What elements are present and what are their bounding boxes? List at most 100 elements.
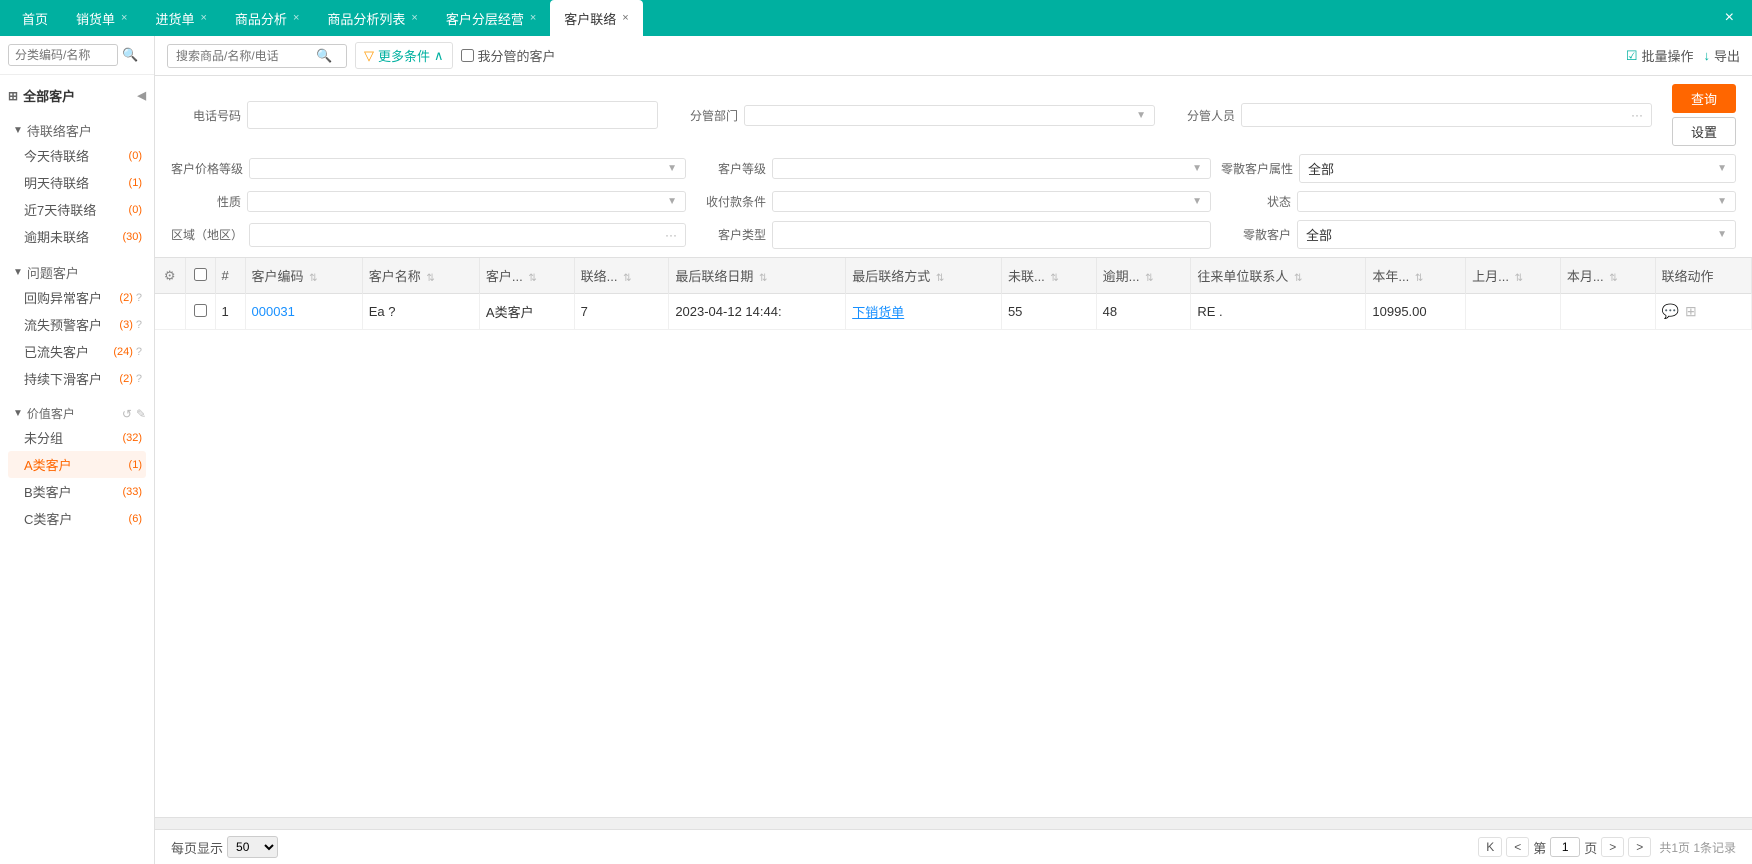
table-col-contact[interactable]: 联络... ⇅ [574,258,669,294]
filter-person-input[interactable]: ··· [1241,103,1652,127]
row-code[interactable]: 000031 [245,294,362,330]
sidebar-item-churned[interactable]: 已流失客户 (24) ? [8,338,146,365]
window-close-button[interactable]: × [1715,9,1744,27]
filter-phone-input[interactable] [247,101,658,129]
value-edit-icon[interactable]: ✎ [136,407,146,421]
nav-close-product-analysis[interactable]: × [293,12,299,24]
sidebar-item-abnormal-purchase[interactable]: 回购异常客户 (2) ? [8,284,146,311]
row-action-buttons: 💬 ⊞ [1662,303,1745,320]
search-button[interactable]: 查询 [1672,84,1736,113]
export-button[interactable]: ↓ 导出 [1703,46,1740,65]
settings-button[interactable]: 设置 [1672,117,1736,146]
table-col-unit-contact[interactable]: 往来单位联系人 ⇅ [1191,258,1366,294]
sidebar-item-today-pending[interactable]: 今天待联络 (0) [8,142,146,169]
qr-action-icon[interactable]: ⊞ [1685,303,1697,320]
chat-action-icon[interactable]: 💬 [1662,303,1679,320]
table-settings-header[interactable]: ⚙ [155,258,185,294]
sidebar-all-customers-header[interactable]: ⊞ 全部客户 ◀ [8,81,146,108]
sidebar-problem-group-label[interactable]: ▼ 问题客户 [8,258,146,284]
sidebar-item-7day-pending[interactable]: 近7天待联络 (0) [8,196,146,223]
row-last-method[interactable]: 下销货单 [846,294,1002,330]
value-action-icons: ↺ ✎ [122,407,146,421]
toolbar-search-icon[interactable]: 🔍 [316,48,332,64]
table-col-last-method[interactable]: 最后联络方式 ⇅ [846,258,1002,294]
table-col-not-contacted[interactable]: 未联... ⇅ [1001,258,1096,294]
filter-dept-label: 分管部门 [668,107,738,124]
batch-operation-button[interactable]: ☑ 批量操作 [1626,46,1694,65]
payment-arrow-icon: ▼ [1192,196,1202,207]
sidebar-pending-group-label[interactable]: ▼ 待联络客户 [8,116,146,142]
help-icon-1[interactable]: ? [136,319,142,331]
sidebar-item-a-class[interactable]: A类客户 (1) [8,451,146,478]
help-icon-0[interactable]: ? [136,292,142,304]
sidebar-search-input[interactable] [8,44,118,66]
page-size-select[interactable]: 50 100 200 [227,836,278,858]
last-page-button[interactable]: > [1628,837,1651,857]
filter-customer-type-input[interactable] [772,221,1211,249]
sidebar-item-tomorrow-pending[interactable]: 明天待联络 (1) [8,169,146,196]
nav-close-product-analysis-list[interactable]: × [411,12,417,24]
nav-home[interactable]: 首页 [8,0,62,36]
nav-close-sales-order[interactable]: × [121,12,127,24]
sort-overdue-icon: ⇅ [1145,273,1153,284]
table-col-name[interactable]: 客户名称 ⇅ [362,258,479,294]
table-col-overdue[interactable]: 逾期... ⇅ [1096,258,1191,294]
table-col-last-date[interactable]: 最后联络日期 ⇅ [669,258,846,294]
filter-dept-select[interactable]: ▼ [744,105,1155,126]
filter-status-select[interactable]: ▼ [1297,191,1736,212]
nav-close-customer-tier[interactable]: × [530,12,536,24]
sidebar-item-overdue-pending[interactable]: 逾期未联络 (30) [8,223,146,250]
sidebar-collapse-icon[interactable]: ◀ [138,89,146,102]
nav-product-analysis-list[interactable]: 商品分析列表 × [313,0,431,36]
table-col-this-month[interactable]: 本月... ⇅ [1560,258,1655,294]
table-col-level[interactable]: 客户... ⇅ [479,258,574,294]
filter-price-level-select[interactable]: ▼ [249,158,686,179]
nav-purchase-order[interactable]: 进货单 × [141,0,220,36]
table-col-last-month[interactable]: 上月... ⇅ [1466,258,1561,294]
more-filters-button[interactable]: ▽ 更多条件 ∧ [355,42,453,69]
first-page-button[interactable]: K [1478,837,1502,857]
filter-retail-attr-select[interactable]: 全部 ▼ [1299,154,1736,183]
nav-sales-order[interactable]: 销货单 × [62,0,141,36]
help-icon-2[interactable]: ? [136,346,142,358]
nav-customer-tier[interactable]: 客户分层经营 × [432,0,550,36]
sidebar-item-churn-warning[interactable]: 流失预警客户 (3) ? [8,311,146,338]
dept-arrow-icon: ▼ [1136,110,1146,121]
filter-nature-select[interactable]: ▼ [247,191,686,212]
filter-row-3: 性质 ▼ 收付款条件 ▼ 状态 ▼ [171,191,1736,212]
grid-icon: ⊞ [8,89,18,103]
customer-level-arrow-icon: ▼ [1192,163,1202,174]
sidebar-item-declining[interactable]: 持续下滑客户 (2) ? [8,365,146,392]
help-icon-3[interactable]: ? [136,373,142,385]
table-col-this-year[interactable]: 本年... ⇅ [1366,258,1466,294]
filter-payment-select[interactable]: ▼ [772,191,1211,212]
my-customer-checkbox[interactable] [461,49,474,62]
filter-region-input[interactable]: ··· [249,223,686,247]
sidebar-item-b-class[interactable]: B类客户 (33) [8,478,146,505]
person-dots-icon[interactable]: ··· [1631,108,1643,122]
horizontal-scrollbar[interactable] [155,817,1752,829]
my-customer-checkbox-container[interactable]: 我分管的客户 [461,46,556,65]
toolbar-search-input[interactable] [176,49,316,63]
nav-customer-contact[interactable]: 客户联络 × [550,0,642,36]
region-dots-icon[interactable]: ··· [665,228,677,242]
value-refresh-icon[interactable]: ↺ [122,407,132,421]
filter-dept: 分管部门 ▼ [668,105,1155,126]
sidebar-item-unclassified[interactable]: 未分组 (32) [8,424,146,451]
nav-product-analysis[interactable]: 商品分析 × [221,0,313,36]
sidebar-value-section: ▼ 价值客户 ↺ ✎ 未分组 (32) A类客户 (1) B类客户 (33) C… [0,394,154,534]
prev-page-button[interactable]: < [1506,837,1529,857]
nav-close-purchase-order[interactable]: × [200,12,206,24]
table-col-code[interactable]: 客户编码 ⇅ [245,258,362,294]
row-name: Ea ? [362,294,479,330]
sidebar-search-icon[interactable]: 🔍 [122,47,138,63]
nav-close-customer-contact[interactable]: × [622,12,628,24]
select-all-checkbox[interactable] [194,268,207,281]
row-checkbox[interactable] [194,304,207,317]
filter-retail-attr-label: 零散客户属性 [1221,160,1293,177]
next-page-button[interactable]: > [1601,837,1624,857]
sidebar-item-c-class[interactable]: C类客户 (6) [8,505,146,532]
filter-customer-level-select[interactable]: ▼ [772,158,1211,179]
page-number-input[interactable] [1550,837,1580,857]
filter-retail-customer-select[interactable]: 全部 ▼ [1297,220,1736,249]
